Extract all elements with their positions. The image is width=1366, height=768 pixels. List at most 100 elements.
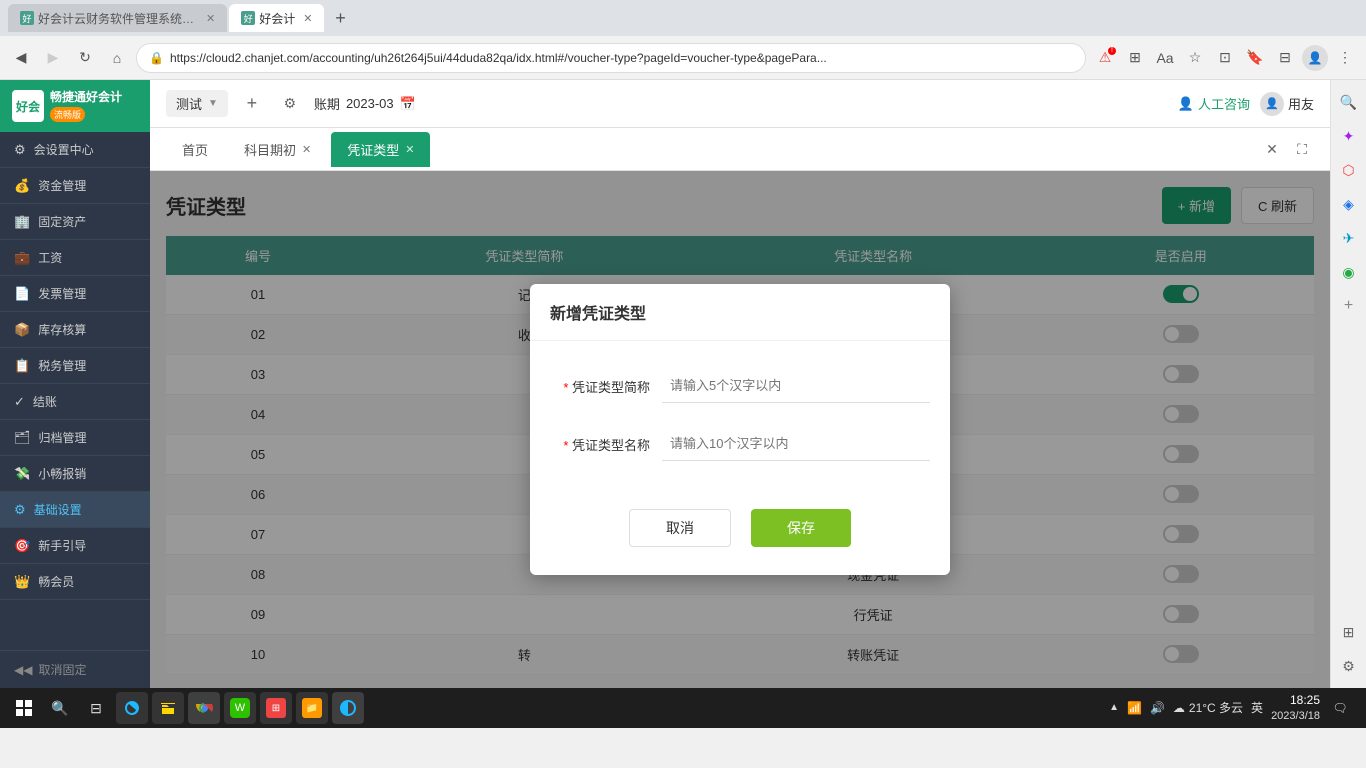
sidebar-item-expense[interactable]: 💸 小畅报销 <box>0 456 150 492</box>
taskbar-clock[interactable]: 18:25 2023/3/18 <box>1271 693 1320 723</box>
form-row-name: * 凭证类型名称 <box>550 427 930 461</box>
payroll-icon: 💼 <box>14 250 30 266</box>
page-content: 凭证类型 + 新增 C 刷新 编号 凭证类型简称 凭证类型名称 是否启用 <box>150 171 1330 688</box>
taskbar: 🔍 ⊟ W ⊞ 📁 ▲ 📶 🔊 ☁ 21°C 多云 英 18:25 2023/3… <box>0 688 1366 728</box>
tab-voucher-type[interactable]: 凭证类型 ✕ <box>331 132 430 167</box>
tray-network-icon[interactable]: 📶 <box>1127 701 1142 715</box>
taskbar-multitask-button[interactable]: ⊟ <box>80 692 112 724</box>
right-search-icon[interactable]: 🔍 <box>1335 88 1363 116</box>
customer-service-button[interactable]: 👤 人工咨询 <box>1178 94 1250 113</box>
settings-button[interactable]: ⚙ <box>276 90 304 118</box>
right-panel-icon-2[interactable]: ◈ <box>1335 190 1363 218</box>
settings-center-label: 会设置中心 <box>34 141 94 158</box>
tab-voucher-type-close-icon[interactable]: ✕ <box>405 143 414 156</box>
modal-overlay: 新增凭证类型 * 凭证类型简称 * 凭证类型名称 取消 <box>150 171 1330 688</box>
right-star-icon[interactable]: ✦ <box>1335 122 1363 150</box>
extension-icon-3[interactable]: ☆ <box>1182 45 1208 71</box>
right-panel-grid-icon[interactable]: ⊞ <box>1335 618 1363 646</box>
warning-icon[interactable]: ⚠! <box>1092 45 1118 71</box>
tray-expand-icon[interactable]: ▲ <box>1109 702 1119 713</box>
extension-icon-4[interactable]: ⊡ <box>1212 45 1238 71</box>
maximize-tab-button[interactable]: ⛶ <box>1290 137 1314 161</box>
taskbar-edge-icon[interactable] <box>116 692 148 724</box>
tab-close-icon[interactable]: ✕ <box>206 12 215 25</box>
tab-home-label: 首页 <box>182 143 208 158</box>
more-options-icon[interactable]: ⋮ <box>1332 45 1358 71</box>
main-content: 测试 ▼ + ⚙ 账期 2023-03 📅 👤 人工咨询 👤 用友 <box>150 80 1330 688</box>
tab-title-active: 好会计 <box>259 10 295 27</box>
right-panel-icon-1[interactable]: ⬡ <box>1335 156 1363 184</box>
taskbar-explorer-icon[interactable] <box>152 692 184 724</box>
extension-icon-6[interactable]: ⊟ <box>1272 45 1298 71</box>
tray-volume-icon[interactable]: 🔊 <box>1150 701 1165 715</box>
tab-close-active-icon[interactable]: ✕ <box>303 12 312 25</box>
extension-icon-2[interactable]: Aa <box>1152 45 1178 71</box>
workspace-selector[interactable]: 测试 ▼ <box>166 90 228 117</box>
back-button[interactable]: ◀ <box>8 45 34 71</box>
sidebar-item-payroll[interactable]: 💼 工资 <box>0 240 150 276</box>
taskbar-icon-4[interactable]: ⊞ <box>260 692 292 724</box>
taskbar-search-button[interactable]: 🔍 <box>44 692 76 724</box>
lang-indicator: 英 <box>1251 701 1263 715</box>
calendar-icon[interactable]: 📅 <box>400 96 416 112</box>
save-button[interactable]: 保存 <box>751 509 851 547</box>
browser-tab-active[interactable]: 好 好会计 ✕ <box>229 4 324 32</box>
sidebar-item-settings-center[interactable]: ⚙ 会设置中心 <box>0 132 150 168</box>
extension-icon-1[interactable]: ⊞ <box>1122 45 1148 71</box>
refresh-button[interactable]: ↻ <box>72 45 98 71</box>
period-info: 账期 2023-03 📅 <box>314 94 416 113</box>
sidebar-item-archive[interactable]: 🗂 归档管理 <box>0 420 150 456</box>
tray-lang-button[interactable]: 英 <box>1251 699 1263 716</box>
archive-label: 归档管理 <box>39 429 87 446</box>
sidebar-item-inventory[interactable]: 📦 库存核算 <box>0 312 150 348</box>
taskbar-time: 18:25 <box>1271 693 1320 709</box>
address-input[interactable]: 🔒 https://cloud2.chanjet.com/accounting/… <box>136 43 1086 73</box>
taskbar-icon-6[interactable] <box>332 692 364 724</box>
tab-title: 好会计云财务软件管理系统_会计 <box>38 10 198 27</box>
sidebar-item-tax[interactable]: 📋 税务管理 <box>0 348 150 384</box>
finance-icon: 💰 <box>14 178 30 194</box>
close-tab-button[interactable]: ✕ <box>1260 137 1284 161</box>
basic-settings-label: 基础设置 <box>34 501 82 518</box>
right-panel-settings-icon[interactable]: ⚙ <box>1335 652 1363 680</box>
start-button[interactable] <box>8 692 40 724</box>
taskbar-notification-icon[interactable]: 🗨 <box>1328 696 1352 720</box>
taskbar-chrome-icon[interactable] <box>188 692 220 724</box>
new-tab-button[interactable]: + <box>326 4 354 32</box>
tab-account-opening[interactable]: 科目期初 ✕ <box>228 132 327 167</box>
payroll-label: 工资 <box>38 249 62 266</box>
sidebar-item-fixed-assets[interactable]: 🏢 固定资产 <box>0 204 150 240</box>
extension-icon-5[interactable]: 🔖 <box>1242 45 1268 71</box>
tab-account-opening-close-icon[interactable]: ✕ <box>302 143 311 156</box>
sidebar-item-vip[interactable]: 👑 畅会员 <box>0 564 150 600</box>
customer-service-icon: 👤 <box>1178 96 1194 112</box>
sidebar-item-invoice[interactable]: 📄 发票管理 <box>0 276 150 312</box>
sidebar-bottom-unpin[interactable]: ◀◀ 取消固定 <box>0 650 150 688</box>
taskbar-icon-5[interactable]: 📁 <box>296 692 328 724</box>
forward-button[interactable]: ▶ <box>40 45 66 71</box>
right-panel-add-icon[interactable]: + <box>1335 292 1363 320</box>
tab-home[interactable]: 首页 <box>166 132 224 167</box>
sidebar-item-finance[interactable]: 💰 资金管理 <box>0 168 150 204</box>
voucher-name-input[interactable] <box>662 427 930 461</box>
taskbar-tray: ▲ 📶 🔊 ☁ 21°C 多云 英 18:25 2023/3/18 🗨 <box>1103 693 1358 723</box>
right-panel-icon-3[interactable]: ✈ <box>1335 224 1363 252</box>
form-label-abbr: * 凭证类型简称 <box>550 377 650 396</box>
cancel-button[interactable]: 取消 <box>629 509 731 547</box>
voucher-abbr-input[interactable] <box>662 369 930 403</box>
add-workspace-button[interactable]: + <box>238 90 266 118</box>
sidebar-item-guide[interactable]: 🎯 新手引导 <box>0 528 150 564</box>
home-button[interactable]: ⌂ <box>104 45 130 71</box>
sidebar: 好会 畅捷通好会计 流畅版 ⚙ 会设置中心 💰 资金管理 🏢 固定资产 💼 工资… <box>0 80 150 688</box>
workspace-name: 测试 <box>176 94 202 113</box>
browser-tab-inactive[interactable]: 好 好会计云财务软件管理系统_会计 ✕ <box>8 4 227 32</box>
user-info-area[interactable]: 👤 用友 <box>1260 92 1314 116</box>
invoice-label: 发票管理 <box>38 285 86 302</box>
right-panel-icon-4[interactable]: ◉ <box>1335 258 1363 286</box>
sidebar-item-closing[interactable]: ✓ 结账 <box>0 384 150 420</box>
taskbar-date: 2023/3/18 <box>1271 709 1320 723</box>
taskbar-wechat-icon[interactable]: W <box>224 692 256 724</box>
logo-title: 畅捷通好会计 <box>50 90 138 106</box>
sidebar-item-basic-settings[interactable]: ⚙ 基础设置 <box>0 492 150 528</box>
user-profile-icon[interactable]: 👤 <box>1302 45 1328 71</box>
